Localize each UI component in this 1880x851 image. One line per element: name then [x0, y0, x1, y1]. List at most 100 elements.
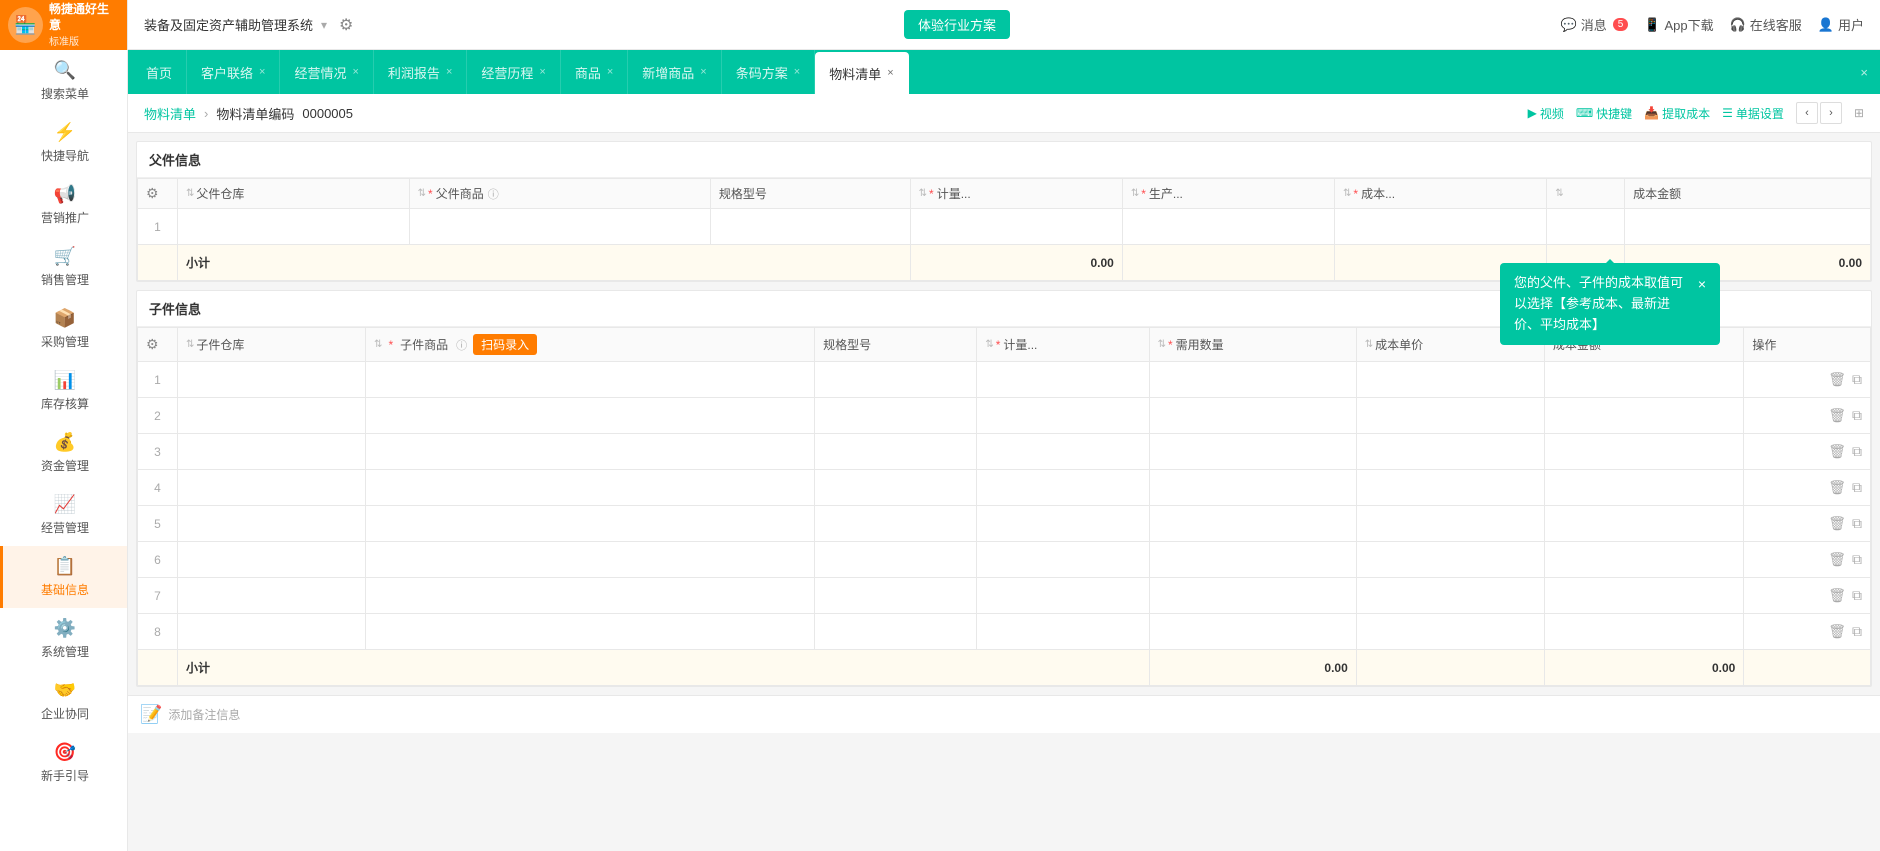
child-qty-needed-8[interactable]: [1149, 614, 1356, 650]
child-spec-7[interactable]: [815, 578, 977, 614]
child-warehouse-1[interactable]: [178, 362, 366, 398]
sidebar-item-purchase[interactable]: 📦 采购管理: [0, 298, 127, 360]
user-button[interactable]: 👤 用户: [1818, 15, 1864, 34]
child-cost-amount-5[interactable]: [1544, 506, 1744, 542]
sidebar-item-enterprise[interactable]: 🤝 企业协同: [0, 670, 127, 732]
child-qty-unit-3[interactable]: [977, 434, 1149, 470]
child-unit-cost-1[interactable]: [1356, 362, 1544, 398]
child-qty-unit-8[interactable]: [977, 614, 1149, 650]
child-spec-1[interactable]: [815, 362, 977, 398]
child-cost-amount-4[interactable]: [1544, 470, 1744, 506]
parent-gear-icon[interactable]: ⚙: [146, 185, 159, 201]
tab-operations[interactable]: 经营情况 ×: [280, 50, 373, 94]
copy-icon-2[interactable]: ⧉: [1852, 407, 1862, 424]
copy-icon-3[interactable]: ⧉: [1852, 443, 1862, 460]
bottom-bar-text[interactable]: 添加备注信息: [168, 706, 240, 723]
tab-barcode-close[interactable]: ×: [794, 66, 800, 78]
child-gear-icon[interactable]: ⚙: [146, 336, 159, 352]
tab-bom[interactable]: 物料清单 ×: [815, 52, 908, 94]
child-warehouse-3[interactable]: [178, 434, 366, 470]
child-unit-cost-3[interactable]: [1356, 434, 1544, 470]
child-qty-unit-6[interactable]: [977, 542, 1149, 578]
tab-product-close[interactable]: ×: [607, 66, 613, 78]
header-dropdown-icon[interactable]: ▾: [321, 18, 327, 32]
copy-icon-4[interactable]: ⧉: [1852, 479, 1862, 496]
tab-product[interactable]: 商品 ×: [561, 50, 628, 94]
close-all-button[interactable]: ×: [1852, 65, 1876, 80]
child-unit-cost-5[interactable]: [1356, 506, 1544, 542]
child-qty-needed-1[interactable]: [1149, 362, 1356, 398]
parent-qty-1[interactable]: [910, 209, 1122, 245]
prev-arrow[interactable]: ‹: [1796, 102, 1818, 124]
tab-operations-close[interactable]: ×: [352, 66, 358, 78]
child-spec-6[interactable]: [815, 542, 977, 578]
sidebar-item-operations[interactable]: 📈 经营管理: [0, 484, 127, 546]
sidebar-item-basic-info[interactable]: 📋 基础信息: [0, 546, 127, 608]
parent-cost-1[interactable]: [1335, 209, 1547, 245]
gear-icon[interactable]: ⚙: [339, 15, 353, 35]
child-product-1[interactable]: [366, 362, 815, 398]
child-unit-cost-4[interactable]: [1356, 470, 1544, 506]
child-spec-8[interactable]: [815, 614, 977, 650]
tab-home[interactable]: 首页: [132, 50, 187, 94]
tab-new-product[interactable]: 新增商品 ×: [628, 50, 721, 94]
delete-icon-4[interactable]: 🗑: [1828, 479, 1846, 496]
child-qty-needed-2[interactable]: [1149, 398, 1356, 434]
child-spec-3[interactable]: [815, 434, 977, 470]
tab-profit-close[interactable]: ×: [446, 66, 452, 78]
extract-cost-button[interactable]: 📥 提取成本: [1644, 105, 1710, 122]
child-qty-needed-3[interactable]: [1149, 434, 1356, 470]
child-product-6[interactable]: [366, 542, 815, 578]
parent-sort-1[interactable]: [1547, 209, 1625, 245]
view-video-button[interactable]: ▶ 视频: [1528, 105, 1564, 122]
child-qty-unit-5[interactable]: [977, 506, 1149, 542]
shortcut-button[interactable]: ⌨ 快捷键: [1576, 105, 1632, 122]
child-cost-amount-3[interactable]: [1544, 434, 1744, 470]
tab-profit[interactable]: 利润报告 ×: [374, 50, 467, 94]
parent-production-1[interactable]: [1122, 209, 1334, 245]
sidebar-item-sales[interactable]: 🛒 销售管理: [0, 236, 127, 298]
child-product-2[interactable]: [366, 398, 815, 434]
sidebar-item-marketing[interactable]: 📢 营销推广: [0, 174, 127, 236]
child-warehouse-4[interactable]: [178, 470, 366, 506]
delete-icon-3[interactable]: 🗑: [1828, 443, 1846, 460]
child-cost-amount-2[interactable]: [1544, 398, 1744, 434]
child-qty-needed-5[interactable]: [1149, 506, 1356, 542]
copy-icon-1[interactable]: ⧉: [1852, 371, 1862, 388]
child-warehouse-2[interactable]: [178, 398, 366, 434]
sidebar-item-system[interactable]: ⚙️ 系统管理: [0, 608, 127, 670]
delete-icon-6[interactable]: 🗑: [1828, 551, 1846, 568]
child-qty-unit-1[interactable]: [977, 362, 1149, 398]
scan-input-button[interactable]: 扫码录入: [473, 334, 537, 355]
child-warehouse-8[interactable]: [178, 614, 366, 650]
child-qty-needed-6[interactable]: [1149, 542, 1356, 578]
parent-spec-1[interactable]: [710, 209, 910, 245]
child-unit-cost-7[interactable]: [1356, 578, 1544, 614]
child-unit-cost-8[interactable]: [1356, 614, 1544, 650]
delete-icon-1[interactable]: 🗑: [1828, 371, 1846, 388]
child-qty-needed-7[interactable]: [1149, 578, 1356, 614]
child-cost-amount-8[interactable]: [1544, 614, 1744, 650]
tab-new-product-close[interactable]: ×: [700, 66, 706, 78]
child-warehouse-6[interactable]: [178, 542, 366, 578]
copy-icon-6[interactable]: ⧉: [1852, 551, 1862, 568]
sidebar-item-quick-nav[interactable]: ⚡ 快捷导航: [0, 112, 127, 174]
child-cost-amount-1[interactable]: [1544, 362, 1744, 398]
trial-button[interactable]: 体验行业方案: [904, 10, 1010, 39]
online-service-button[interactable]: 🎧 在线客服: [1730, 15, 1802, 34]
delete-icon-5[interactable]: 🗑: [1828, 515, 1846, 532]
tab-bom-close[interactable]: ×: [887, 67, 893, 79]
child-spec-4[interactable]: [815, 470, 977, 506]
child-qty-unit-4[interactable]: [977, 470, 1149, 506]
child-product-5[interactable]: [366, 506, 815, 542]
tab-customer[interactable]: 客户联络 ×: [187, 50, 280, 94]
child-qty-unit-7[interactable]: [977, 578, 1149, 614]
child-product-7[interactable]: [366, 578, 815, 614]
child-product-8[interactable]: [366, 614, 815, 650]
sidebar-item-guide[interactable]: 🎯 新手引导: [0, 732, 127, 794]
child-warehouse-7[interactable]: [178, 578, 366, 614]
delete-icon-2[interactable]: 🗑: [1828, 407, 1846, 424]
child-product-3[interactable]: [366, 434, 815, 470]
parent-cost-amount-1[interactable]: [1625, 209, 1871, 245]
sidebar-item-search[interactable]: 🔍 搜索菜单: [0, 50, 127, 112]
